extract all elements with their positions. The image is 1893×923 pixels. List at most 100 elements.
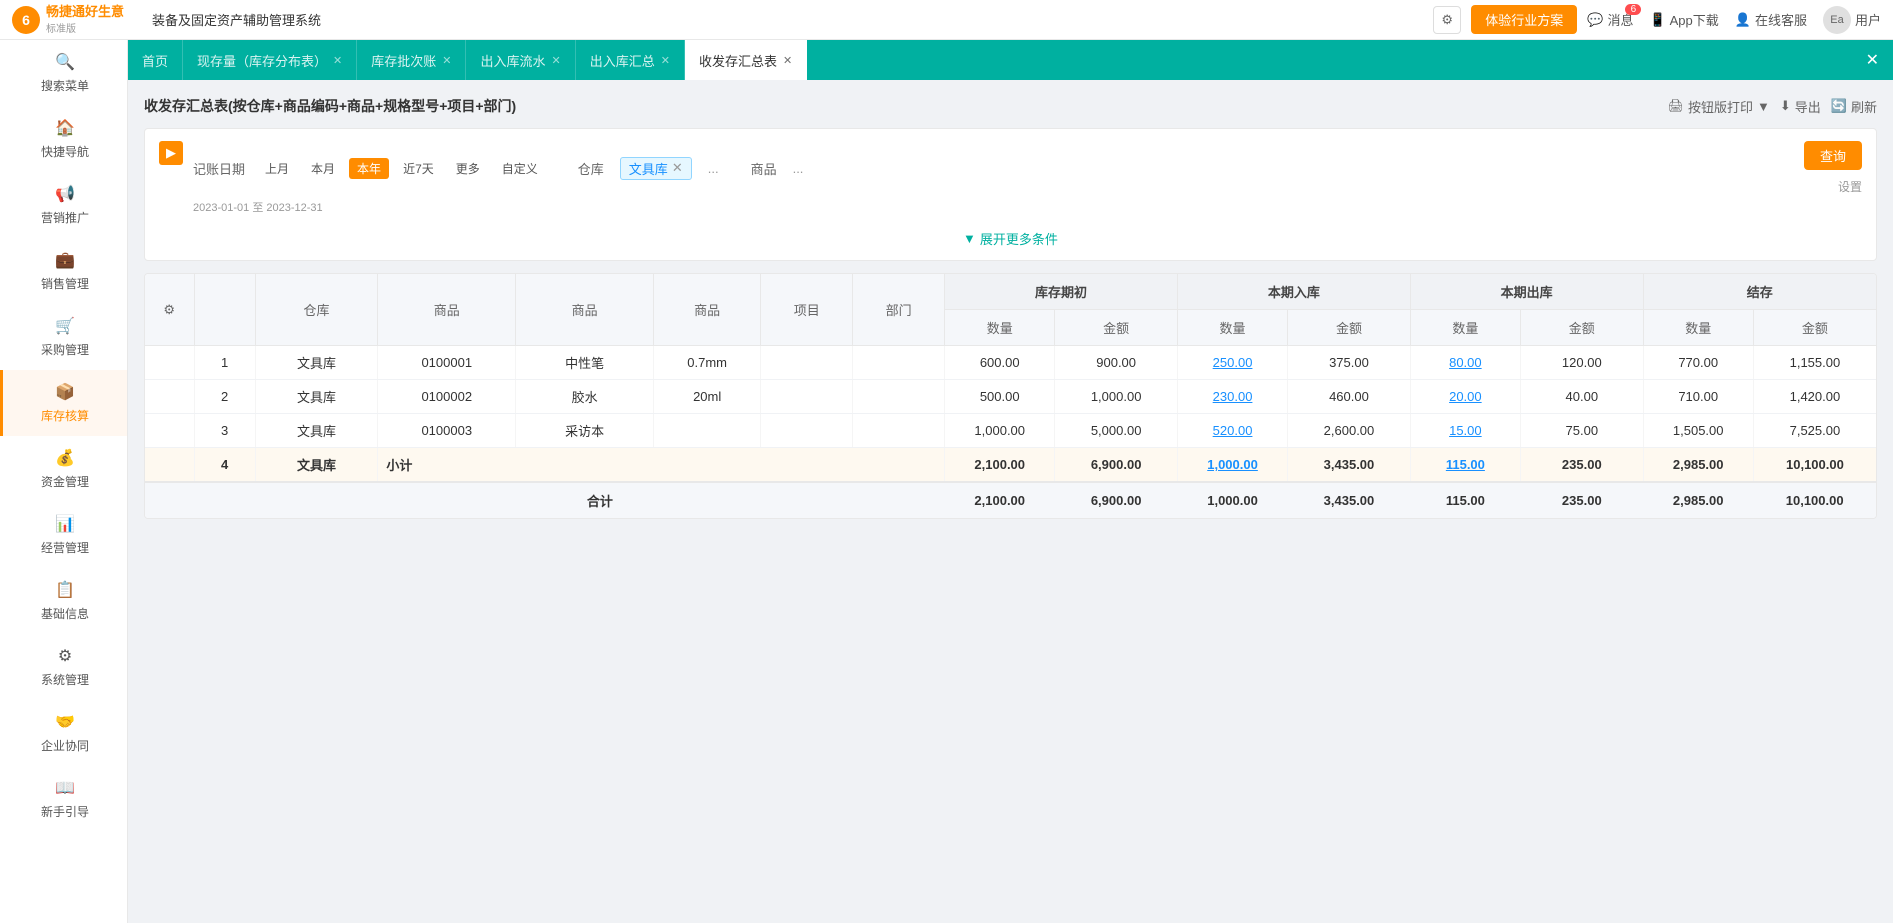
row2-name: 胶水 — [516, 380, 654, 414]
date-shortcuts: 上月 本月 本年 近7天 更多 自定义 — [257, 158, 546, 179]
row1-dept — [853, 346, 945, 380]
date-btn-last-month[interactable]: 上月 — [257, 158, 297, 179]
finance-icon: 💰 — [55, 448, 75, 468]
online-service-button[interactable]: 👤 在线客服 — [1735, 10, 1807, 29]
sidebar-item-quick-nav[interactable]: 🏠 快捷导航 — [0, 106, 127, 172]
date-filter-label: 记账日期 — [193, 159, 245, 178]
th-opening-amt: 金额 — [1055, 310, 1178, 346]
message-button[interactable]: 💬 消息 6 — [1587, 10, 1633, 29]
sidebar-item-base-info[interactable]: 📋 基础信息 — [0, 568, 127, 634]
th-out-qty: 数量 — [1410, 310, 1520, 346]
sidebar-item-operations[interactable]: 📊 经营管理 — [0, 502, 127, 568]
footer-opening-amt: 6,900.00 — [1055, 482, 1178, 518]
th-opening-group: 库存期初 — [945, 274, 1178, 310]
tab-inventory-dist-close[interactable]: ✕ — [333, 54, 342, 67]
export-label: 导出 — [1795, 97, 1821, 116]
sidebar-item-purchase[interactable]: 🛒 采购管理 — [0, 304, 127, 370]
tab-inout-flow-label: 出入库流水 — [480, 51, 545, 70]
sidebar-item-marketing[interactable]: 📢 营销推广 — [0, 172, 127, 238]
sidebar-item-finance[interactable]: 💰 资金管理 — [0, 436, 127, 502]
row2-in-qty[interactable]: 230.00 — [1177, 380, 1287, 414]
date-btn-this-month[interactable]: 本月 — [303, 158, 343, 179]
date-btn-7days[interactable]: 近7天 — [395, 158, 442, 179]
footer-in-amt: 3,435.00 — [1288, 482, 1411, 518]
tab-inout-flow-close[interactable]: ✕ — [552, 54, 561, 67]
row1-out-qty[interactable]: 80.00 — [1410, 346, 1520, 380]
sidebar-item-guide[interactable]: 📖 新手引导 — [0, 766, 127, 832]
tab-home-label: 首页 — [142, 51, 168, 70]
row3-in-qty[interactable]: 520.00 — [1177, 414, 1287, 448]
tab-inout-flow[interactable]: 出入库流水 ✕ — [466, 40, 575, 80]
user-button[interactable]: Ea 用户 — [1823, 6, 1881, 34]
sidebar-item-search[interactable]: 🔍 搜索菜单 — [0, 40, 127, 106]
footer-check — [145, 482, 194, 518]
row2-out-qty[interactable]: 20.00 — [1410, 380, 1520, 414]
filter-card: ▶ 记账日期 上月 本月 本年 近7天 更多 自定义 — [144, 128, 1877, 261]
th-out-amt: 金额 — [1521, 310, 1644, 346]
expand-icon: ▼ — [963, 231, 976, 246]
experience-button[interactable]: 体验行业方案 — [1471, 5, 1577, 34]
home-icon: 🏠 — [55, 118, 75, 138]
subtotal-in-qty[interactable]: 1,000.00 — [1177, 448, 1287, 483]
warehouse-tag-remove[interactable]: ✕ — [672, 160, 683, 176]
user-avatar: Ea — [1823, 6, 1851, 34]
tab-inout-summary-label: 出入库汇总 — [590, 51, 655, 70]
print-button[interactable]: 🖨 按钮版打印 ▼ — [1667, 97, 1769, 116]
date-btn-custom[interactable]: 自定义 — [494, 158, 546, 179]
data-table: ⚙ 仓库 商品 商品 商品 项目 部门 库存期初 本期入库 本期出库 — [145, 274, 1876, 518]
filter-toggle-button[interactable]: ▶ — [159, 141, 183, 165]
subtotal-balance-amt: 10,100.00 — [1753, 448, 1876, 483]
sidebar-label-marketing: 营销推广 — [41, 209, 89, 226]
subtotal-out-qty[interactable]: 115.00 — [1410, 448, 1520, 483]
export-button[interactable]: ⬇ 导出 — [1780, 97, 1821, 116]
row3-project — [761, 414, 853, 448]
footer-opening-qty: 2,100.00 — [945, 482, 1055, 518]
footer-balance-qty: 2,985.00 — [1643, 482, 1753, 518]
sidebar-item-sales[interactable]: 💼 销售管理 — [0, 238, 127, 304]
header-actions: 💬 消息 6 📱 App下载 👤 在线客服 Ea 用户 — [1587, 6, 1881, 34]
tab-bar-close-button[interactable]: ✕ — [1852, 50, 1893, 70]
th-project: 项目 — [761, 274, 853, 346]
row1-opening-qty: 600.00 — [945, 346, 1055, 380]
sidebar-label-sales: 销售管理 — [41, 275, 89, 292]
tab-inout-summary[interactable]: 出入库汇总 ✕ — [576, 40, 685, 80]
table-settings-icon[interactable]: ⚙ — [163, 302, 175, 317]
row1-in-amt: 375.00 — [1288, 346, 1411, 380]
query-button[interactable]: 查询 — [1804, 141, 1862, 170]
row2-dept — [853, 380, 945, 414]
row1-name: 中性笔 — [516, 346, 654, 380]
sidebar-item-inventory[interactable]: 📦 库存核算 — [0, 370, 127, 436]
footer-out-qty: 115.00 — [1410, 482, 1520, 518]
subtotal-check — [145, 448, 194, 483]
tab-home[interactable]: 首页 — [128, 40, 183, 80]
setting-link[interactable]: 设置 — [1838, 178, 1862, 195]
date-btn-more[interactable]: 更多 — [448, 158, 488, 179]
sidebar-item-collab[interactable]: 🤝 企业协同 — [0, 700, 127, 766]
app-download-button[interactable]: 📱 App下载 — [1649, 10, 1718, 29]
row1-in-qty[interactable]: 250.00 — [1177, 346, 1287, 380]
content-area: 首页 现存量（库存分布表） ✕ 库存批次账 ✕ 出入库流水 ✕ 出入库汇总 ✕ … — [128, 40, 1893, 923]
page-content: 收发存汇总表(按仓库+商品编码+商品+规格型号+项目+部门) 🖨 按钮版打印 ▼… — [128, 80, 1893, 923]
warehouse-filter-dots[interactable]: ... — [708, 161, 719, 176]
product-filter-dots[interactable]: ... — [793, 161, 804, 176]
refresh-button[interactable]: 🔄 刷新 — [1831, 97, 1877, 116]
print-chevron: ▼ — [1757, 99, 1770, 114]
search-icon: 🔍 — [55, 52, 75, 72]
tab-recv-send-summary[interactable]: 收发存汇总表 ✕ — [685, 40, 807, 80]
row3-num: 3 — [194, 414, 255, 448]
tab-batch-account[interactable]: 库存批次账 ✕ — [357, 40, 466, 80]
operations-icon: 📊 — [55, 514, 75, 534]
tab-recv-send-summary-close[interactable]: ✕ — [783, 54, 792, 67]
row3-out-qty[interactable]: 15.00 — [1410, 414, 1520, 448]
collab-icon: 🤝 — [55, 712, 75, 732]
expand-conditions-button[interactable]: ▼ 展开更多条件 — [963, 229, 1058, 248]
page-title: 收发存汇总表(按仓库+商品编码+商品+规格型号+项目+部门) — [144, 96, 516, 116]
date-btn-this-year[interactable]: 本年 — [349, 158, 389, 179]
tab-inout-summary-close[interactable]: ✕ — [661, 54, 670, 67]
export-icon: ⬇ — [1780, 98, 1791, 114]
tab-batch-account-close[interactable]: ✕ — [442, 54, 451, 67]
tab-inventory-dist[interactable]: 现存量（库存分布表） ✕ — [183, 40, 357, 80]
sidebar-item-system[interactable]: ⚙ 系统管理 — [0, 634, 127, 700]
settings-button[interactable]: ⚙ — [1433, 6, 1461, 34]
message-badge: 6 — [1625, 4, 1641, 15]
